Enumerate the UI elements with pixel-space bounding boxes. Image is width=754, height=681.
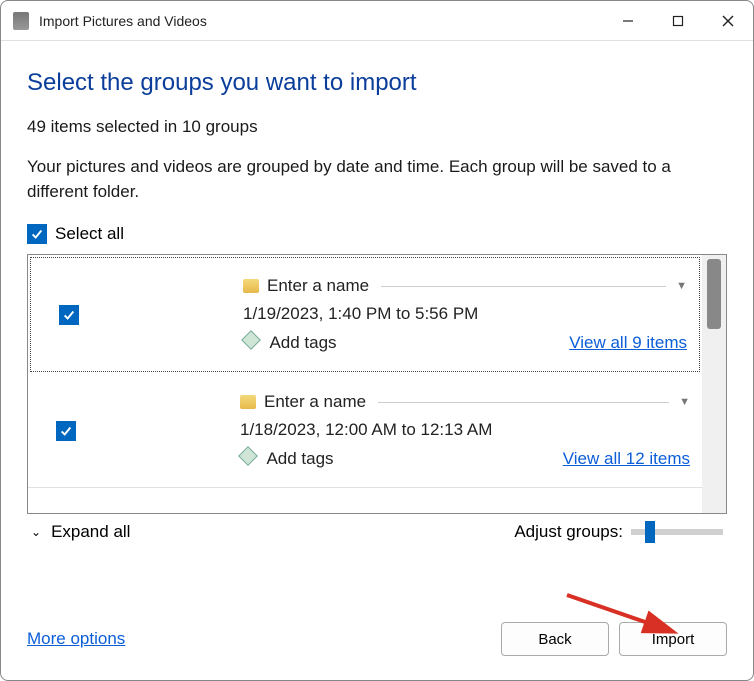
add-tags-field[interactable]: Add tags xyxy=(240,448,334,469)
group-date-range: 1/19/2023, 1:40 PM to 5:56 PM xyxy=(243,304,687,324)
titlebar: Import Pictures and Videos xyxy=(1,1,753,41)
group-row[interactable]: Enter a name ▼ 1/19/2023, 1:40 PM to 5:5… xyxy=(30,257,700,372)
groups-list: Enter a name ▼ 1/19/2023, 1:40 PM to 5:5… xyxy=(28,255,702,513)
adjust-groups-label: Adjust groups: xyxy=(514,522,623,542)
view-all-link[interactable]: View all 9 items xyxy=(569,333,687,353)
view-all-link[interactable]: View all 12 items xyxy=(563,449,690,469)
adjust-groups-slider[interactable] xyxy=(631,529,723,535)
group-checkbox[interactable] xyxy=(56,421,76,441)
folder-icon xyxy=(243,279,259,293)
description-text: Your pictures and videos are grouped by … xyxy=(27,155,727,204)
app-icon xyxy=(13,12,29,30)
slider-thumb[interactable] xyxy=(645,521,655,543)
group-row[interactable]: Enter a name ▼ 1/18/2023, 12:00 AM to 12… xyxy=(28,374,702,488)
folder-icon xyxy=(240,395,256,409)
bottom-bar: More options Back Import xyxy=(1,604,753,680)
minimize-button[interactable] xyxy=(603,1,653,41)
tag-icon xyxy=(240,448,256,464)
more-options-link[interactable]: More options xyxy=(27,629,125,649)
back-button[interactable]: Back xyxy=(501,622,609,656)
divider xyxy=(378,402,669,403)
group-date-range: 1/18/2023, 12:00 AM to 12:13 AM xyxy=(240,420,690,440)
divider xyxy=(381,286,666,287)
group-name-input[interactable]: Enter a name xyxy=(264,392,366,412)
selection-summary: 49 items selected in 10 groups xyxy=(27,117,727,137)
chevron-down-icon: ⌄ xyxy=(31,525,41,539)
select-all-row: Select all xyxy=(27,224,727,244)
expand-all-toggle[interactable]: ⌄ Expand all xyxy=(31,522,130,542)
expand-all-label: Expand all xyxy=(51,522,130,542)
footer-row: ⌄ Expand all Adjust groups: xyxy=(27,514,727,550)
import-button[interactable]: Import xyxy=(619,622,727,656)
chevron-down-icon[interactable]: ▼ xyxy=(676,280,687,292)
page-heading: Select the groups you want to import xyxy=(27,69,727,97)
content-area: Select the groups you want to import 49 … xyxy=(1,41,753,604)
groups-panel: Enter a name ▼ 1/19/2023, 1:40 PM to 5:5… xyxy=(27,254,727,514)
group-name-input[interactable]: Enter a name xyxy=(267,276,369,296)
add-tags-field[interactable]: Add tags xyxy=(243,332,337,353)
close-button[interactable] xyxy=(703,1,753,41)
select-all-label: Select all xyxy=(55,224,124,244)
scrollbar-thumb[interactable] xyxy=(707,259,721,329)
maximize-button[interactable] xyxy=(653,1,703,41)
window-controls xyxy=(603,1,753,41)
scrollbar[interactable] xyxy=(702,255,726,513)
window-title: Import Pictures and Videos xyxy=(39,13,603,29)
tag-icon xyxy=(243,332,259,348)
chevron-down-icon[interactable]: ▼ xyxy=(679,396,690,408)
group-checkbox[interactable] xyxy=(59,305,79,325)
select-all-checkbox[interactable] xyxy=(27,224,47,244)
